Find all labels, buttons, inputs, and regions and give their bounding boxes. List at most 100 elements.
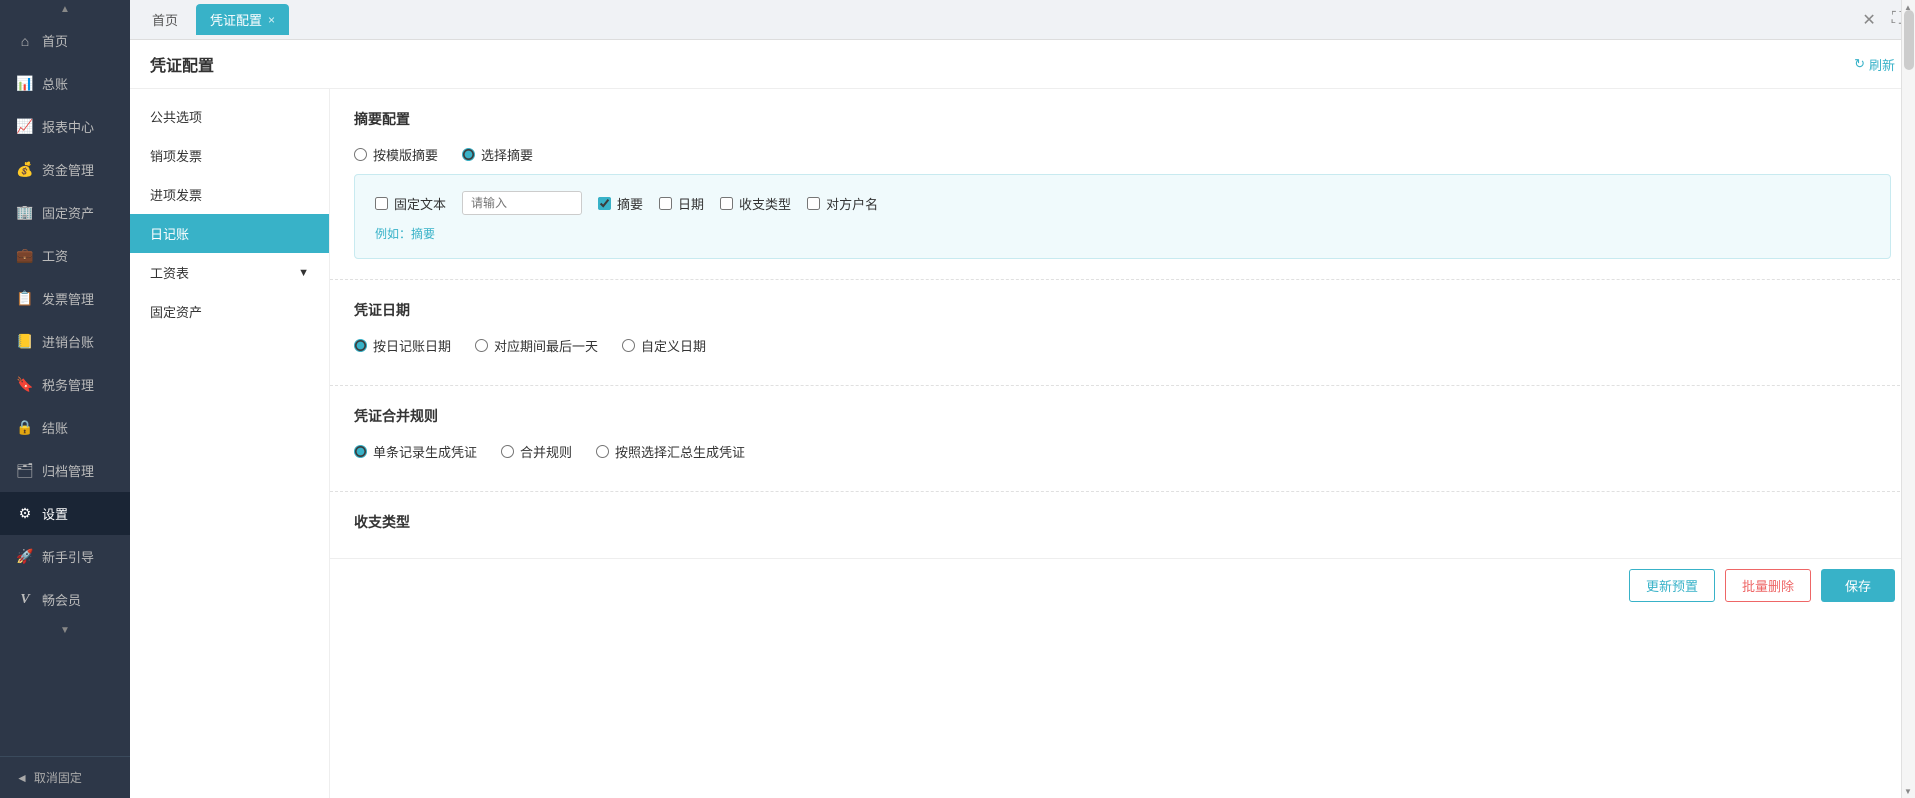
abstract-checkbox-row: 固定文本 摘要 日期 <box>375 191 1870 215</box>
journal-date-radio-input[interactable] <box>354 339 367 352</box>
tab-voucher-config[interactable]: 凭证配置 × <box>196 4 289 35</box>
update-preview-button[interactable]: 更新预置 <box>1629 569 1715 602</box>
abstract-checkbox-fixed-text[interactable]: 固定文本 <box>375 194 446 213</box>
chevron-down-icon: ▼ <box>298 267 309 279</box>
sidebar-item-invoice-mgmt[interactable]: 📋 发票管理 <box>0 277 130 320</box>
sidebar-item-archive[interactable]: 🗂 归档管理 <box>0 449 130 492</box>
abstract-radio-template[interactable]: 按模版摘要 <box>354 145 438 164</box>
abstract-preview: 例如：摘要 <box>375 225 1870 242</box>
sidebar-item-tax[interactable]: 🔖 税务管理 <box>0 363 130 406</box>
content-area: 凭证配置 ↻ 刷新 公共选项 销项发票 进项发票 日记账 <box>130 40 1915 798</box>
abstract-section-title: 摘要配置 <box>354 109 1891 129</box>
abstract-checkbox-date[interactable]: 日期 <box>659 194 704 213</box>
sidebar-item-settings[interactable]: ⚙ 设置 <box>0 492 130 535</box>
sidebar-scroll-down[interactable]: ▼ <box>0 621 130 640</box>
sidebar-item-ledger[interactable]: 📊 总账 <box>0 62 130 105</box>
single-record-label: 单条记录生成凭证 <box>373 442 477 461</box>
left-nav-item-sales-invoice[interactable]: 销项发票 <box>130 136 329 175</box>
abstract-radio-select-input[interactable] <box>462 148 475 161</box>
close-window-icon[interactable]: ✕ <box>1858 8 1879 32</box>
left-nav-label: 进项发票 <box>150 185 202 204</box>
sidebar-item-label: 新手引导 <box>42 547 94 566</box>
income-expense-section: 收支类型 <box>330 492 1915 558</box>
abstract-radio-template-input[interactable] <box>354 148 367 161</box>
sidebar-item-funds[interactable]: 💰 资金管理 <box>0 148 130 191</box>
left-nav-item-journal[interactable]: 日记账 <box>130 214 329 253</box>
abstract-radio-select-label: 选择摘要 <box>481 145 533 164</box>
merge-rule-radio-input[interactable] <box>501 445 514 458</box>
tax-icon: 🔖 <box>16 376 34 393</box>
sidebar-item-assets[interactable]: 🏢 固定资产 <box>0 191 130 234</box>
fixed-text-checkbox[interactable] <box>375 197 388 210</box>
voucher-date-radio-group: 按日记账日期 对应期间最后一天 自定义日期 <box>354 336 1891 355</box>
merge-radio-merge[interactable]: 合并规则 <box>501 442 572 461</box>
single-record-radio-input[interactable] <box>354 445 367 458</box>
left-nav-label: 固定资产 <box>150 302 202 321</box>
last-day-radio-input[interactable] <box>475 339 488 352</box>
custom-date-label: 自定义日期 <box>641 336 706 355</box>
fixed-text-label: 固定文本 <box>394 194 446 213</box>
tab-home[interactable]: 首页 <box>138 4 192 35</box>
abstract-checkbox-label: 摘要 <box>617 194 643 213</box>
abstract-checkbox-input[interactable] <box>598 197 611 210</box>
left-nav-item-payroll-table[interactable]: 工资表 ▼ <box>130 253 329 292</box>
abstract-options-box: 固定文本 摘要 日期 <box>354 174 1891 259</box>
refresh-button[interactable]: ↻ 刷新 <box>1854 55 1895 74</box>
tab-close-icon[interactable]: × <box>268 13 275 27</box>
date-checkbox-label: 日期 <box>678 194 704 213</box>
sidebar-footer-label: 取消固定 <box>34 769 82 786</box>
batch-delete-button[interactable]: 批量删除 <box>1725 569 1811 602</box>
left-nav-label: 工资表 <box>150 263 189 282</box>
merge-rules-section: 凭证合并规则 单条记录生成凭证 合并规则 按照选择汇总生成凭证 <box>330 386 1915 492</box>
sidebar-item-label: 税务管理 <box>42 375 94 394</box>
payment-type-checkbox-input[interactable] <box>720 197 733 210</box>
sidebar-item-payroll[interactable]: 💼 工资 <box>0 234 130 277</box>
abstract-checkbox-counterparty[interactable]: 对方户名 <box>807 194 878 213</box>
custom-date-radio-input[interactable] <box>622 339 635 352</box>
abstract-checkbox-payment-type[interactable]: 收支类型 <box>720 194 791 213</box>
sidebar-scroll-up[interactable]: ▲ <box>0 0 130 19</box>
sidebar-item-sales-ledger[interactable]: 📒 进销台账 <box>0 320 130 363</box>
sidebar-item-member[interactable]: V 畅会员 <box>0 578 130 621</box>
tab-bar: 首页 凭证配置 × ✕ ⛶ <box>130 0 1915 40</box>
invoice-mgmt-icon: 📋 <box>16 290 34 307</box>
date-checkbox-input[interactable] <box>659 197 672 210</box>
left-nav: 公共选项 销项发票 进项发票 日记账 工资表 ▼ 固定资产 <box>130 89 330 798</box>
save-button[interactable]: 保存 <box>1821 569 1895 602</box>
merge-rules-title: 凭证合并规则 <box>354 406 1891 426</box>
left-nav-item-public[interactable]: 公共选项 <box>130 97 329 136</box>
sidebar-item-close[interactable]: 🔒 结账 <box>0 406 130 449</box>
scroll-down-arrow[interactable]: ▼ <box>1901 784 1915 798</box>
left-nav-item-purchase-invoice[interactable]: 进项发票 <box>130 175 329 214</box>
fixed-text-input[interactable] <box>462 191 582 215</box>
abstract-checkbox-abstract[interactable]: 摘要 <box>598 194 643 213</box>
sales-ledger-icon: 📒 <box>16 333 34 350</box>
journal-date-label: 按日记账日期 <box>373 336 451 355</box>
sidebar-unpin-button[interactable]: ◄ 取消固定 <box>0 756 130 798</box>
abstract-radio-template-label: 按模版摘要 <box>373 145 438 164</box>
page-title: 凭证配置 <box>150 52 214 76</box>
voucher-date-radio-custom[interactable]: 自定义日期 <box>622 336 706 355</box>
merge-radio-single[interactable]: 单条记录生成凭证 <box>354 442 477 461</box>
voucher-date-radio-last-day[interactable]: 对应期间最后一天 <box>475 336 598 355</box>
ledger-icon: 📊 <box>16 75 34 92</box>
income-expense-title: 收支类型 <box>354 512 1891 532</box>
sidebar-item-guide[interactable]: 🚀 新手引导 <box>0 535 130 578</box>
sidebar-item-home[interactable]: ⌂ 首页 <box>0 19 130 62</box>
voucher-date-title: 凭证日期 <box>354 300 1891 320</box>
archive-icon: 🗂 <box>16 462 34 479</box>
home-icon: ⌂ <box>16 33 34 49</box>
select-merge-radio-input[interactable] <box>596 445 609 458</box>
scrollbar[interactable]: ▲ ▼ <box>1901 89 1915 798</box>
sidebar-item-label: 畅会员 <box>42 590 81 609</box>
guide-icon: 🚀 <box>16 548 34 565</box>
sidebar-item-label: 资金管理 <box>42 160 94 179</box>
merge-radio-select-merge[interactable]: 按照选择汇总生成凭证 <box>596 442 745 461</box>
abstract-radio-select[interactable]: 选择摘要 <box>462 145 533 164</box>
counterparty-checkbox-input[interactable] <box>807 197 820 210</box>
unpin-icon: ◄ <box>16 771 28 785</box>
sidebar-item-reports[interactable]: 📈 报表中心 <box>0 105 130 148</box>
tab-voucher-config-label: 凭证配置 <box>210 10 262 29</box>
voucher-date-radio-journal[interactable]: 按日记账日期 <box>354 336 451 355</box>
left-nav-item-fixed-assets[interactable]: 固定资产 <box>130 292 329 331</box>
